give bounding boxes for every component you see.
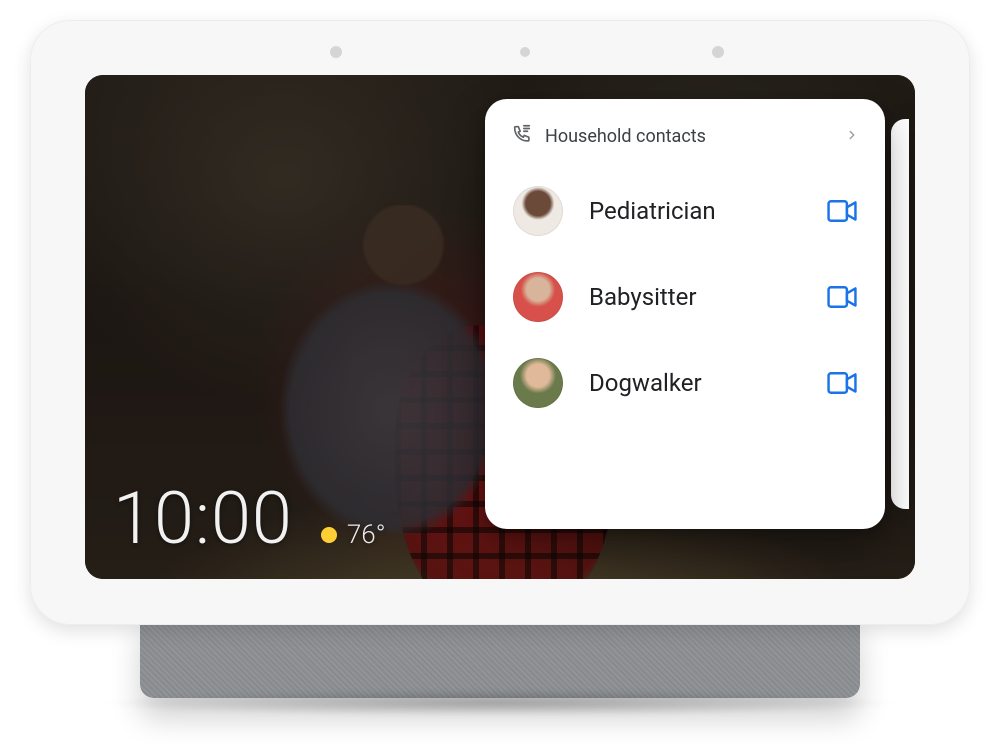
card-title: Household contacts [545, 126, 833, 147]
video-call-icon[interactable] [827, 200, 857, 222]
phone-contacts-icon [511, 123, 533, 150]
contact-row[interactable]: Dogwalker [507, 340, 863, 426]
contact-name: Pediatrician [589, 197, 801, 225]
ambient-bar: 10:00 76° [113, 476, 386, 561]
stage: 10:00 76° Household contacts [0, 0, 1000, 744]
video-call-icon[interactable] [827, 286, 857, 308]
weather-widget[interactable]: 76° [321, 520, 386, 550]
temperature-value: 76° [347, 520, 386, 550]
screen[interactable]: 10:00 76° Household contacts [85, 75, 915, 579]
device-frame: 10:00 76° Household contacts [30, 20, 970, 625]
contact-name: Babysitter [589, 283, 801, 311]
card-header[interactable]: Household contacts [507, 119, 863, 168]
sensor-dot [330, 46, 342, 58]
sunny-icon [321, 527, 337, 543]
household-contacts-card[interactable]: Household contacts Pediatrician Babysitt… [485, 99, 885, 529]
next-card-peek[interactable] [891, 119, 909, 509]
sensor-dot [712, 46, 724, 58]
chevron-right-icon[interactable] [845, 126, 859, 147]
contact-row[interactable]: Babysitter [507, 254, 863, 340]
avatar [513, 358, 563, 408]
avatar [513, 186, 563, 236]
sensor-dot [520, 47, 530, 57]
contact-name: Dogwalker [589, 369, 801, 397]
video-call-icon[interactable] [827, 372, 857, 394]
contact-row[interactable]: Pediatrician [507, 168, 863, 254]
avatar [513, 272, 563, 322]
clock-time: 10:00 [113, 476, 293, 561]
